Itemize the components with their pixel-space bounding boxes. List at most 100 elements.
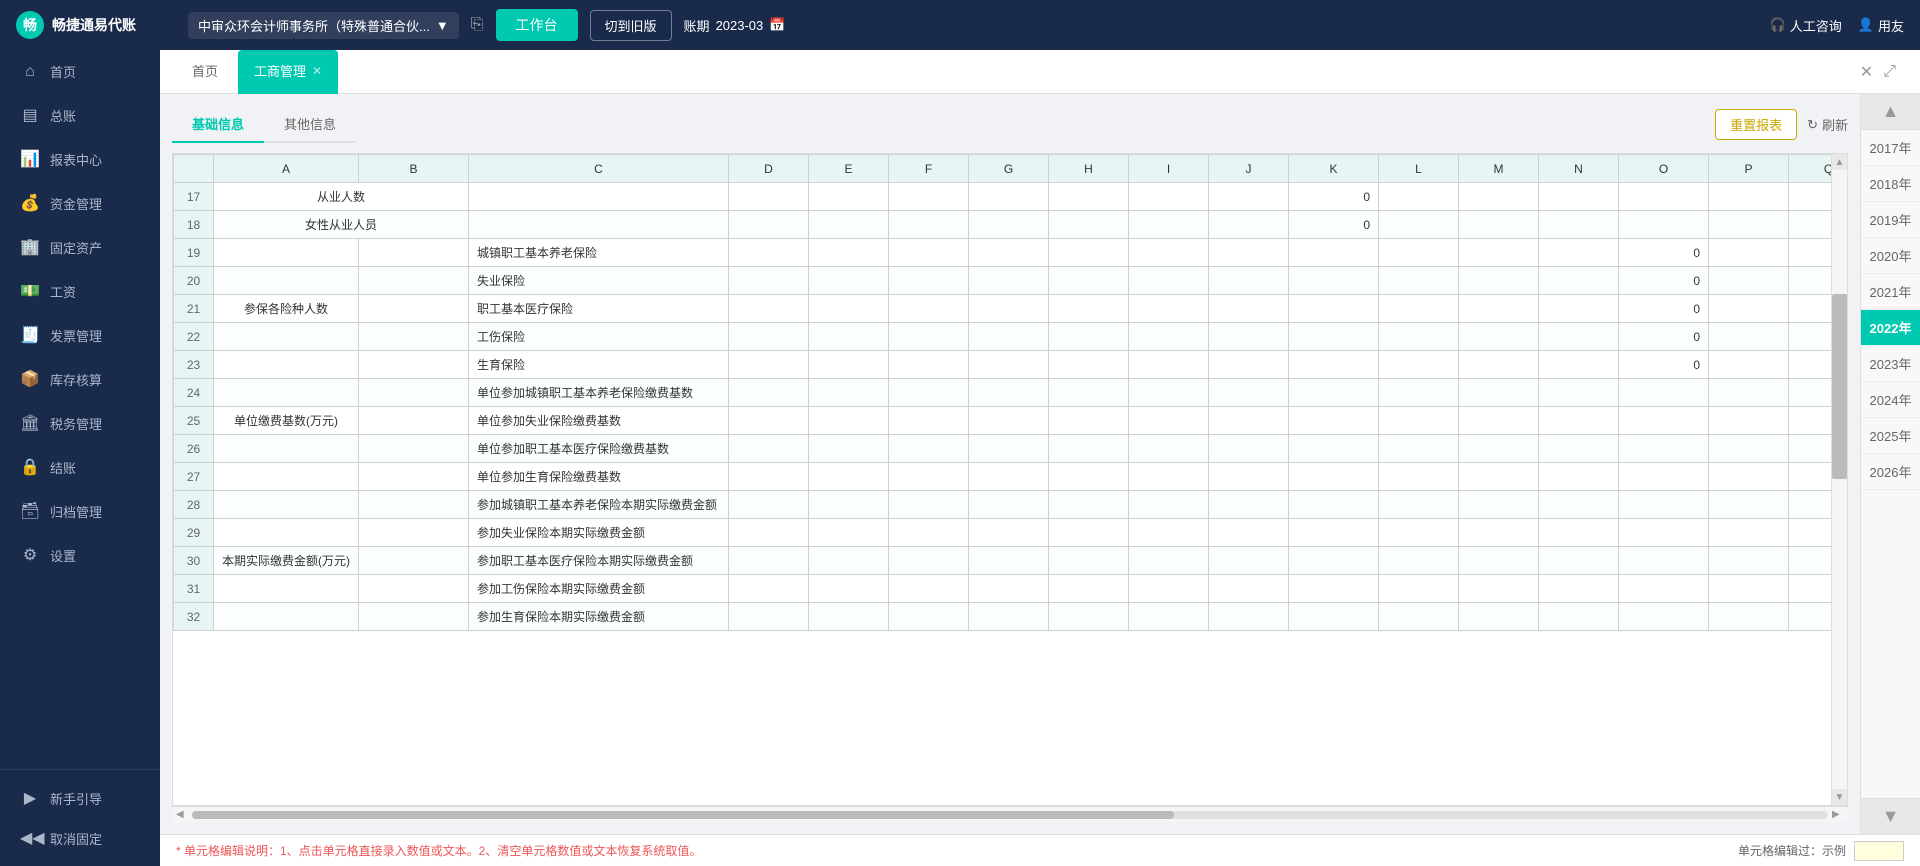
cell-k[interactable]: [1289, 407, 1379, 435]
cell-k[interactable]: [1289, 463, 1379, 491]
cell-empty[interactable]: [1459, 211, 1539, 239]
cell-empty[interactable]: [969, 435, 1049, 463]
h-scroll-right[interactable]: ▶: [1832, 809, 1844, 820]
cell-empty[interactable]: [1709, 519, 1789, 547]
cell-empty[interactable]: [1129, 491, 1209, 519]
cell-empty[interactable]: [1049, 379, 1129, 407]
sidebar-item-tax[interactable]: 🏛 税务管理: [0, 401, 160, 445]
cell-a[interactable]: [214, 435, 359, 463]
cell-c[interactable]: 参加生育保险本期实际缴费金额: [469, 603, 729, 631]
cell-empty[interactable]: [1459, 323, 1539, 351]
cell-k[interactable]: [1289, 435, 1379, 463]
cell-empty[interactable]: [1709, 239, 1789, 267]
cell-empty[interactable]: [1129, 463, 1209, 491]
cell-a[interactable]: [214, 491, 359, 519]
cell-empty[interactable]: [1539, 463, 1619, 491]
cell-empty[interactable]: [1539, 575, 1619, 603]
year-item[interactable]: 2020年: [1861, 238, 1920, 274]
cell-empty[interactable]: [969, 239, 1049, 267]
cell-empty[interactable]: [1789, 603, 1832, 631]
cell-empty[interactable]: [809, 211, 889, 239]
cell-empty[interactable]: [1459, 267, 1539, 295]
sidebar-item-report[interactable]: 📊 报表中心: [0, 137, 160, 181]
cell-empty[interactable]: [1209, 463, 1289, 491]
cell-a[interactable]: [214, 379, 359, 407]
cell-empty[interactable]: [1459, 435, 1539, 463]
cell-empty[interactable]: [1049, 295, 1129, 323]
cell-empty[interactable]: [969, 183, 1049, 211]
year-item[interactable]: 2025年: [1861, 418, 1920, 454]
year-item[interactable]: 2019年: [1861, 202, 1920, 238]
cell-empty[interactable]: [729, 267, 809, 295]
cell-empty[interactable]: [1209, 547, 1289, 575]
cell-empty[interactable]: [1379, 379, 1459, 407]
cell-empty[interactable]: [1709, 323, 1789, 351]
sidebar-item-ledger[interactable]: ▤ 总账: [0, 93, 160, 137]
cell-empty[interactable]: [1539, 239, 1619, 267]
cell-a[interactable]: [214, 463, 359, 491]
cell-b[interactable]: [359, 603, 469, 631]
cell-b[interactable]: [359, 519, 469, 547]
cell-empty[interactable]: [889, 211, 969, 239]
cell-empty[interactable]: [1379, 519, 1459, 547]
cell-o[interactable]: 0: [1619, 239, 1709, 267]
company-selector[interactable]: 中审众环会计师事务所（特殊普通合伙... ▼: [188, 12, 459, 39]
cell-empty[interactable]: [1209, 435, 1289, 463]
sub-tab-basic[interactable]: 基础信息: [172, 106, 264, 143]
cell-empty[interactable]: [1129, 435, 1209, 463]
cell-empty[interactable]: [809, 575, 889, 603]
year-item[interactable]: 2018年: [1861, 166, 1920, 202]
cell-b[interactable]: [359, 491, 469, 519]
cell-a[interactable]: [214, 239, 359, 267]
cell-b[interactable]: [359, 351, 469, 379]
cell-empty[interactable]: [809, 547, 889, 575]
cell-empty[interactable]: [1209, 351, 1289, 379]
cell-empty[interactable]: [1209, 407, 1289, 435]
cell-empty[interactable]: [1129, 351, 1209, 379]
cell-c[interactable]: [469, 183, 729, 211]
cell-k[interactable]: [1289, 603, 1379, 631]
cell-a[interactable]: [214, 603, 359, 631]
cell-empty[interactable]: [1459, 575, 1539, 603]
cell-empty[interactable]: [1379, 295, 1459, 323]
cell-b[interactable]: [359, 379, 469, 407]
cell-empty[interactable]: [809, 183, 889, 211]
sub-tab-other[interactable]: 其他信息: [264, 106, 356, 143]
cell-empty[interactable]: [1789, 267, 1832, 295]
cell-empty[interactable]: [1459, 519, 1539, 547]
cell-empty[interactable]: [889, 323, 969, 351]
cell-empty[interactable]: [1379, 323, 1459, 351]
sidebar-item-invoice[interactable]: 🧾 发票管理: [0, 313, 160, 357]
cell-empty[interactable]: [809, 267, 889, 295]
cell-empty[interactable]: [1209, 295, 1289, 323]
cell-empty[interactable]: [1539, 547, 1619, 575]
cell-empty[interactable]: [1209, 183, 1289, 211]
year-item[interactable]: 2021年: [1861, 274, 1920, 310]
cell-empty[interactable]: [889, 267, 969, 295]
tab-close-icon[interactable]: ✕: [312, 64, 322, 78]
cell-c[interactable]: 单位参加城镇职工基本养老保险缴费基数: [469, 379, 729, 407]
cell-c[interactable]: 参加职工基本医疗保险本期实际缴费金额: [469, 547, 729, 575]
cell-c[interactable]: 参加失业保险本期实际缴费金额: [469, 519, 729, 547]
cell-empty[interactable]: [1379, 491, 1459, 519]
cell-k[interactable]: [1289, 295, 1379, 323]
cell-empty[interactable]: [1619, 183, 1709, 211]
cell-empty[interactable]: [729, 183, 809, 211]
cell-empty[interactable]: [729, 491, 809, 519]
cell-empty[interactable]: [1789, 407, 1832, 435]
cell-empty[interactable]: [1209, 239, 1289, 267]
cell-c[interactable]: 失业保险: [469, 267, 729, 295]
cell-empty[interactable]: [1709, 211, 1789, 239]
cell-empty[interactable]: [1709, 295, 1789, 323]
cell-empty[interactable]: [729, 211, 809, 239]
cell-a[interactable]: [214, 351, 359, 379]
cell-empty[interactable]: [1379, 547, 1459, 575]
cell-c[interactable]: 单位参加职工基本医疗保险缴费基数: [469, 435, 729, 463]
cell-c[interactable]: 生育保险: [469, 351, 729, 379]
cell-empty[interactable]: [1209, 267, 1289, 295]
cell-empty[interactable]: [1209, 211, 1289, 239]
cell-empty[interactable]: [809, 407, 889, 435]
cell-o[interactable]: 0: [1619, 267, 1709, 295]
cell-o[interactable]: [1619, 379, 1709, 407]
cell-a[interactable]: [214, 519, 359, 547]
